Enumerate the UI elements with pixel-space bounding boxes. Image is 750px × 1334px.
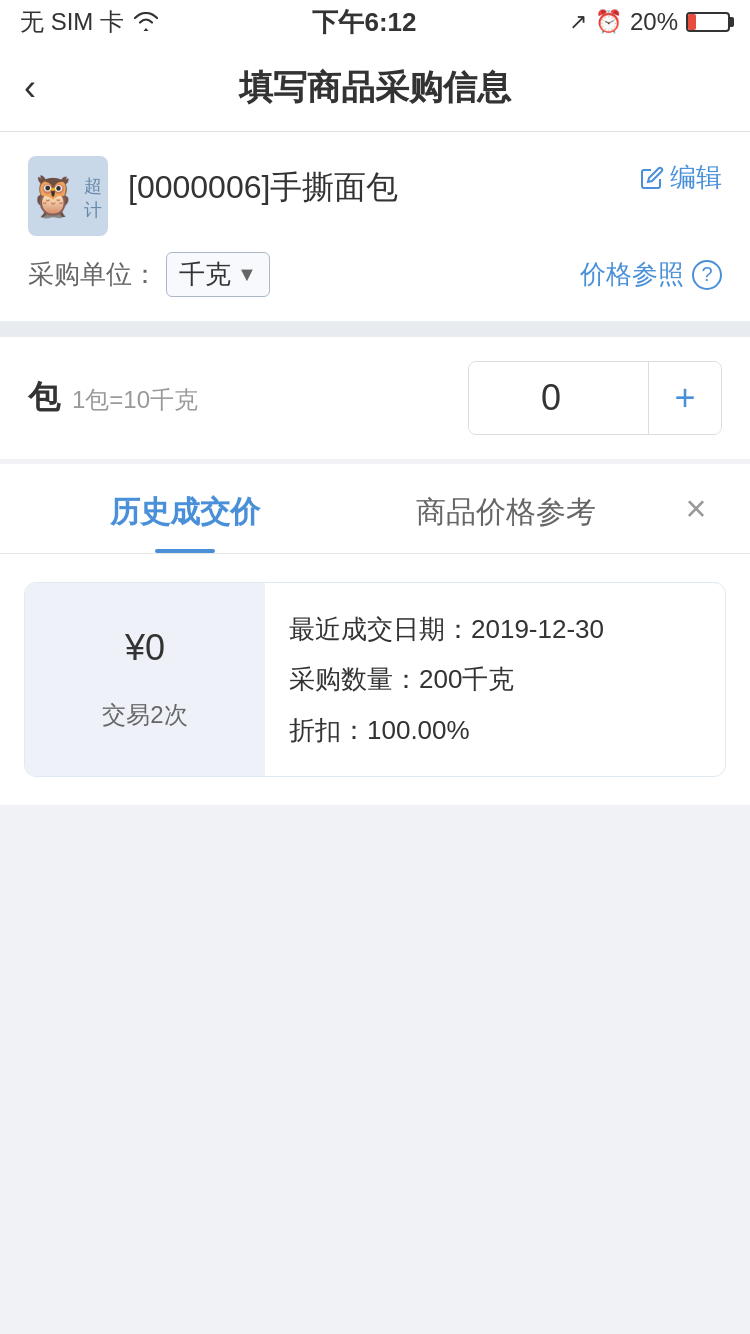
- tab-close-button[interactable]: ×: [666, 479, 726, 539]
- page-title: 填写商品采购信息: [239, 65, 511, 111]
- product-info: 🦉 超计 [0000006]手撕面包: [28, 156, 640, 236]
- status-time: 下午6:12: [312, 5, 416, 40]
- recent-date-value: 2019-12-30: [471, 614, 604, 644]
- location-icon: ↗: [569, 9, 587, 35]
- edit-label: 编辑: [670, 160, 722, 195]
- price-card-right: 最近成交日期：2019-12-30 采购数量：200千克 折扣：100.00%: [265, 583, 725, 776]
- help-icon: ?: [692, 260, 722, 290]
- quantity-row: 包 1包=10千克 +: [0, 337, 750, 460]
- price-card-left: ¥0 交易2次: [25, 583, 265, 776]
- recent-date-row: 最近成交日期：2019-12-30: [289, 611, 701, 647]
- recent-date-label: 最近成交日期：: [289, 614, 471, 644]
- price-trades: 交易2次: [102, 699, 187, 731]
- status-right: ↗ ⏰ 20%: [569, 8, 730, 36]
- price-cards: ¥0 交易2次 最近成交日期：2019-12-30 采购数量：200千克 折扣：…: [0, 554, 750, 805]
- price-amount: ¥0: [125, 628, 165, 691]
- discount-value: 100.00%: [367, 715, 470, 745]
- tab-history-price[interactable]: 历史成交价: [24, 464, 345, 553]
- quantity-unit-conversion: 1包=10千克: [72, 384, 198, 416]
- dropdown-arrow-icon: ▼: [237, 263, 257, 286]
- purchase-qty-value: 200千克: [419, 664, 514, 694]
- purchase-qty-row: 采购数量：200千克: [289, 661, 701, 697]
- owl-logo: 🦉: [28, 176, 78, 216]
- divider: [0, 321, 750, 337]
- nav-bar: ‹ 填写商品采购信息: [0, 44, 750, 132]
- unit-value: 千克: [179, 257, 231, 292]
- sim-status: 无 SIM 卡: [20, 6, 124, 38]
- edit-icon: [640, 166, 664, 190]
- battery-bar: [686, 12, 730, 32]
- quantity-unit-main: 包: [28, 376, 60, 420]
- battery-fill: [688, 14, 696, 30]
- unit-row: 采购单位： 千克 ▼ 价格参照 ?: [28, 252, 722, 297]
- price-value: 0: [145, 627, 165, 668]
- wifi-icon: [132, 12, 160, 32]
- discount-row: 折扣：100.00%: [289, 712, 701, 748]
- price-ref-button[interactable]: 价格参照 ?: [580, 257, 722, 292]
- product-image: 🦉 超计: [28, 156, 108, 236]
- price-ref-label: 价格参照: [580, 257, 684, 292]
- back-button[interactable]: ‹: [24, 67, 36, 109]
- currency-symbol: ¥: [125, 627, 145, 668]
- battery-percent: 20%: [630, 8, 678, 36]
- status-left: 无 SIM 卡: [20, 6, 160, 38]
- price-card: ¥0 交易2次 最近成交日期：2019-12-30 采购数量：200千克 折扣：…: [24, 582, 726, 777]
- bottom-area: [0, 805, 750, 1334]
- quantity-label: 包 1包=10千克: [28, 376, 198, 420]
- quantity-control: +: [468, 361, 722, 435]
- discount-label: 折扣：: [289, 715, 367, 745]
- product-card: 🦉 超计 [0000006]手撕面包 编辑 采购单位： 千克 ▼ 价格参照 ?: [0, 132, 750, 321]
- purchase-qty-label: 采购数量：: [289, 664, 419, 694]
- tab-bar: 历史成交价 商品价格参考 ×: [0, 464, 750, 554]
- unit-select[interactable]: 千克 ▼: [166, 252, 270, 297]
- logo-text: 超计: [78, 174, 108, 222]
- quantity-input[interactable]: [469, 362, 649, 434]
- product-name: [0000006]手撕面包: [128, 156, 398, 210]
- quantity-plus-button[interactable]: +: [649, 362, 721, 434]
- tab-section: 历史成交价 商品价格参考 × ¥0 交易2次 最近成交日期：2019-12-30…: [0, 464, 750, 805]
- tab-product-price-ref[interactable]: 商品价格参考: [345, 464, 666, 553]
- edit-button[interactable]: 编辑: [640, 156, 722, 195]
- alarm-icon: ⏰: [595, 9, 622, 35]
- status-bar: 无 SIM 卡 下午6:12 ↗ ⏰ 20%: [0, 0, 750, 44]
- product-header: 🦉 超计 [0000006]手撕面包 编辑: [28, 156, 722, 236]
- unit-label: 采购单位：: [28, 257, 158, 292]
